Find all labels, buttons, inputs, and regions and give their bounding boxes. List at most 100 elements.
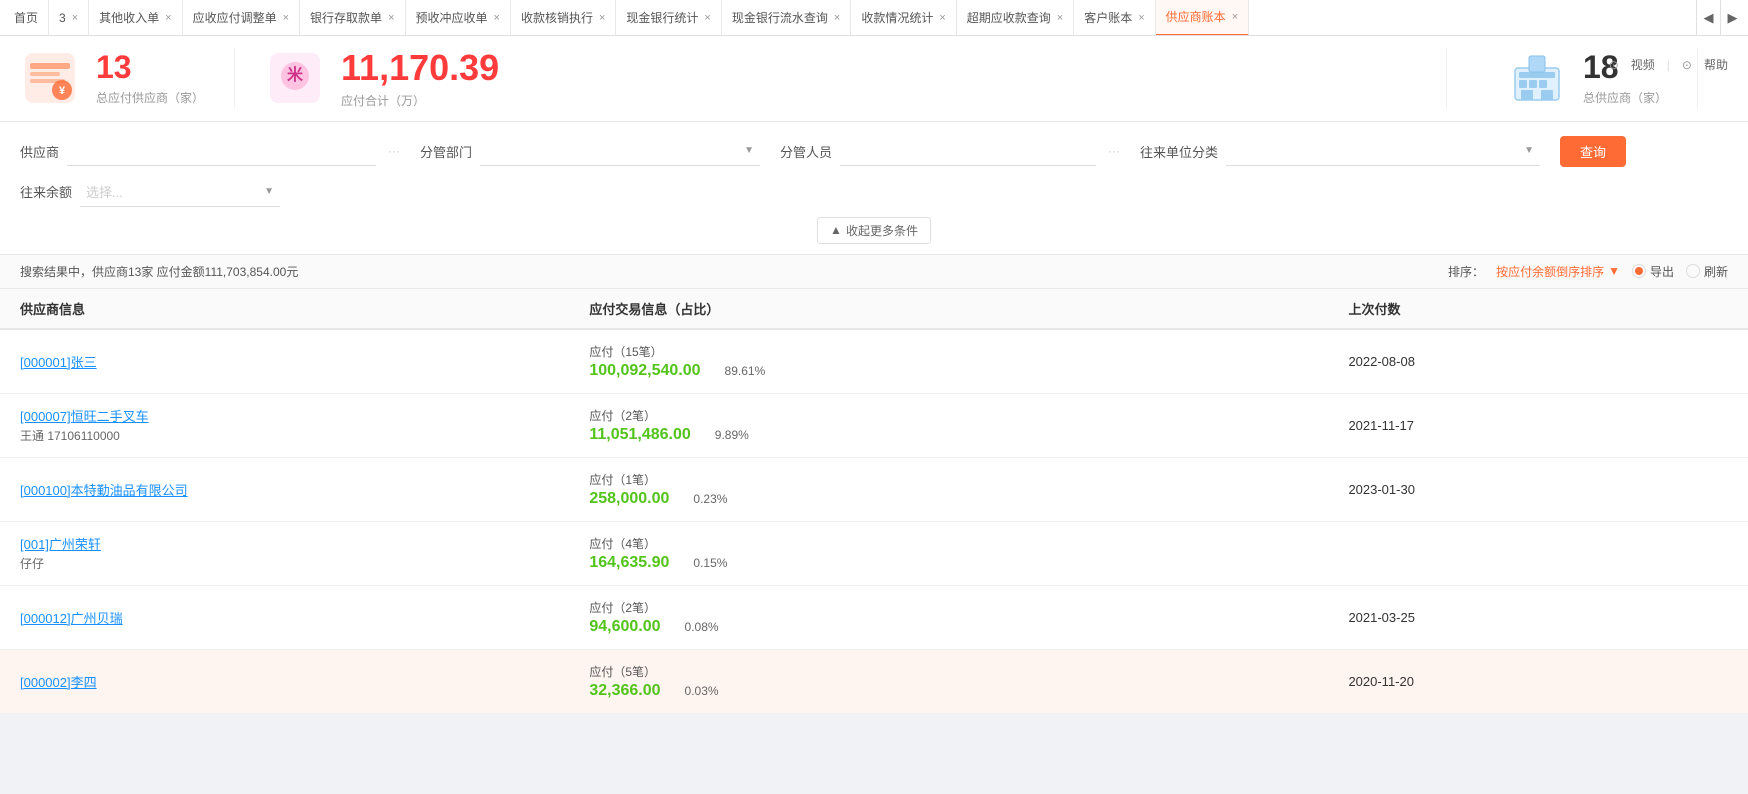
tab-prepay-clear[interactable]: 预收冲应收单 ×: [406, 0, 511, 36]
refresh-button[interactable]: 刷新: [1686, 263, 1728, 280]
help-video-link[interactable]: 视频: [1631, 56, 1655, 73]
transaction-cell-3: 应付（4笔） 164,635.90 0.15%: [589, 535, 1348, 572]
tab-customer-ledger[interactable]: 客户账本 ×: [1074, 0, 1155, 36]
supplier-contact-1: 王通 17106110000: [20, 427, 589, 444]
tx-percent-2: 0.23%: [693, 492, 727, 506]
tx-amount-1[interactable]: 11,051,486.00: [589, 426, 690, 444]
supplier-link-4[interactable]: [000012]广州贝瑞: [20, 608, 589, 627]
sort-label: 排序：: [1448, 263, 1484, 280]
sort-area: 排序： 按应付余额倒序排序 ▼ 导出 刷新: [1448, 263, 1728, 280]
tab-supplier-ledger-close[interactable]: ×: [1232, 11, 1238, 23]
tab-home[interactable]: 首页: [4, 0, 49, 36]
tab-receipt-verify-close[interactable]: ×: [599, 12, 605, 24]
tab-supplier-ledger-label: 供应商账本: [1166, 8, 1226, 25]
transaction-cell-5: 应付（5笔） 32,366.00 0.03%: [589, 663, 1348, 700]
filter-area: 供应商 ··· 分管部门 ▼ 分管人员 ··· 往来单位分类 ▼: [0, 122, 1748, 255]
tab-other-income-close[interactable]: ×: [165, 12, 171, 24]
tab-cash-bank-flow[interactable]: 现金银行流水查询 ×: [722, 0, 851, 36]
svg-text:米: 米: [287, 65, 304, 84]
tab-home-label: 首页: [14, 9, 38, 26]
supplier-link-0[interactable]: [000001]张三: [20, 352, 589, 371]
tab-3-close[interactable]: ×: [72, 12, 78, 24]
tab-supplier-ledger[interactable]: 供应商账本 ×: [1156, 0, 1249, 36]
supplier-link-5[interactable]: [000002]李四: [20, 672, 589, 691]
dept-chevron-icon: ▼: [744, 145, 754, 156]
nav-right-btn[interactable]: ▶: [1720, 0, 1744, 36]
tab-customer-ledger-close[interactable]: ×: [1138, 12, 1144, 24]
tab-cash-bank-flow-close[interactable]: ×: [834, 12, 840, 24]
tab-customer-ledger-label: 客户账本: [1084, 9, 1132, 26]
tx-row-1: 11,051,486.00 9.89%: [589, 426, 1348, 444]
tx-label-0: 应付（15笔）: [589, 343, 1348, 360]
sort-select[interactable]: 按应付余额倒序排序 ▼: [1496, 263, 1620, 280]
transaction-cell-1: 应付（2笔） 11,051,486.00 9.89%: [589, 407, 1348, 444]
tx-percent-4: 0.08%: [685, 620, 719, 634]
query-button[interactable]: 查询: [1560, 136, 1626, 167]
tx-label-5: 应付（5笔）: [589, 663, 1348, 680]
tab-receipt-verify[interactable]: 收款核销执行 ×: [511, 0, 616, 36]
category-filter-label: 往来单位分类: [1140, 142, 1218, 161]
supplier-filter-dots[interactable]: ···: [388, 144, 400, 158]
sort-value-label: 按应付余额倒序排序: [1496, 263, 1604, 280]
sort-chevron-icon: ▼: [1608, 264, 1620, 278]
tab-receipt-stat-close[interactable]: ×: [939, 12, 945, 24]
tx-percent-3: 0.15%: [693, 556, 727, 570]
refresh-radio-icon: [1686, 264, 1700, 278]
balance-placeholder: 选择...: [86, 182, 123, 201]
supplier-link-1[interactable]: [000007]恒旺二手叉车: [20, 406, 589, 425]
tab-cash-bank-stat[interactable]: 现金银行统计 ×: [616, 0, 721, 36]
tab-3[interactable]: 3 ×: [49, 0, 89, 36]
tx-percent-5: 0.03%: [685, 684, 719, 698]
nav-left-btn[interactable]: ◀: [1696, 0, 1720, 36]
tx-label-4: 应付（2笔）: [589, 599, 1348, 616]
tx-amount-4[interactable]: 94,600.00: [589, 618, 660, 636]
tx-amount-0[interactable]: 100,092,540.00: [589, 362, 700, 380]
tx-percent-0: 89.61%: [725, 364, 766, 378]
tab-bank-deposit-label: 银行存取款单: [310, 9, 382, 26]
help-divider: |: [1667, 58, 1670, 72]
supplier-cell-1: [000007]恒旺二手叉车 王通 17106110000: [20, 406, 589, 444]
tab-cash-bank-stat-close[interactable]: ×: [704, 12, 710, 24]
table-header: 供应商信息 应付交易信息（占比） 上次付数: [0, 289, 1748, 330]
tab-ar-ap-adjust-close[interactable]: ×: [283, 12, 289, 24]
tab-bank-deposit[interactable]: 银行存取款单 ×: [300, 0, 405, 36]
stat-help: ⊙ 视频 | ⊙ 帮助: [1609, 56, 1728, 73]
tab-overdue-ar-close[interactable]: ×: [1057, 12, 1063, 24]
tab-ar-ap-adjust[interactable]: 应收应付调整单 ×: [183, 0, 300, 36]
tx-amount-3[interactable]: 164,635.90: [589, 554, 669, 572]
supplier-cell-3: [001]广州荣轩 仔仔: [20, 534, 589, 572]
balance-chevron-icon: ▼: [264, 186, 274, 197]
supplier-link-2[interactable]: [000100]本特勤油品有限公司: [20, 480, 589, 499]
table-row: [001]广州荣轩 仔仔 应付（4笔） 164,635.90 0.15%: [0, 522, 1748, 586]
category-filter-select[interactable]: ▼: [1226, 136, 1540, 166]
person-filter-dots[interactable]: ···: [1108, 144, 1120, 158]
supplier-cell-4: [000012]广州贝瑞: [20, 608, 589, 627]
tab-overdue-ar-label: 超期应收款查询: [967, 9, 1051, 26]
tab-3-label: 3: [59, 11, 66, 25]
tab-prepay-clear-close[interactable]: ×: [494, 12, 500, 24]
tx-amount-2[interactable]: 258,000.00: [589, 490, 669, 508]
tab-other-income[interactable]: 其他收入单 ×: [89, 0, 182, 36]
transaction-cell-2: 应付（1笔） 258,000.00 0.23%: [589, 471, 1348, 508]
supplier-filter-input[interactable]: [67, 136, 376, 166]
supplier-cell-2: [000100]本特勤油品有限公司: [20, 480, 589, 499]
person-filter-input[interactable]: [840, 136, 1096, 166]
tab-receipt-stat[interactable]: 收款情况统计 ×: [851, 0, 956, 36]
category-chevron-icon: ▼: [1524, 145, 1534, 156]
collapse-up-icon: ▲: [830, 223, 842, 237]
balance-filter-select[interactable]: 选择... ▼: [80, 177, 280, 207]
table-area: 供应商信息 应付交易信息（占比） 上次付数 [000001]张三 应付（15笔）…: [0, 289, 1748, 714]
dept-filter-select[interactable]: ▼: [480, 136, 760, 166]
export-button[interactable]: 导出: [1632, 263, 1674, 280]
table-row: [000007]恒旺二手叉车 王通 17106110000 应付（2笔） 11,…: [0, 394, 1748, 458]
help-label-link[interactable]: 帮助: [1704, 56, 1728, 73]
tab-overdue-ar[interactable]: 超期应收款查询 ×: [957, 0, 1074, 36]
supplier-cell-5: [000002]李四: [20, 672, 589, 691]
th-last-pay: 上次付数: [1348, 299, 1728, 318]
tx-row-3: 164,635.90 0.15%: [589, 554, 1348, 572]
supplier-link-3[interactable]: [001]广州荣轩: [20, 534, 589, 553]
collapse-button[interactable]: ▲ 收起更多条件: [817, 217, 931, 244]
tab-bank-deposit-close[interactable]: ×: [388, 12, 394, 24]
stat-payable-amount: 米 11,170.39 应付合计（万）: [265, 48, 1447, 109]
tx-amount-5[interactable]: 32,366.00: [589, 682, 660, 700]
